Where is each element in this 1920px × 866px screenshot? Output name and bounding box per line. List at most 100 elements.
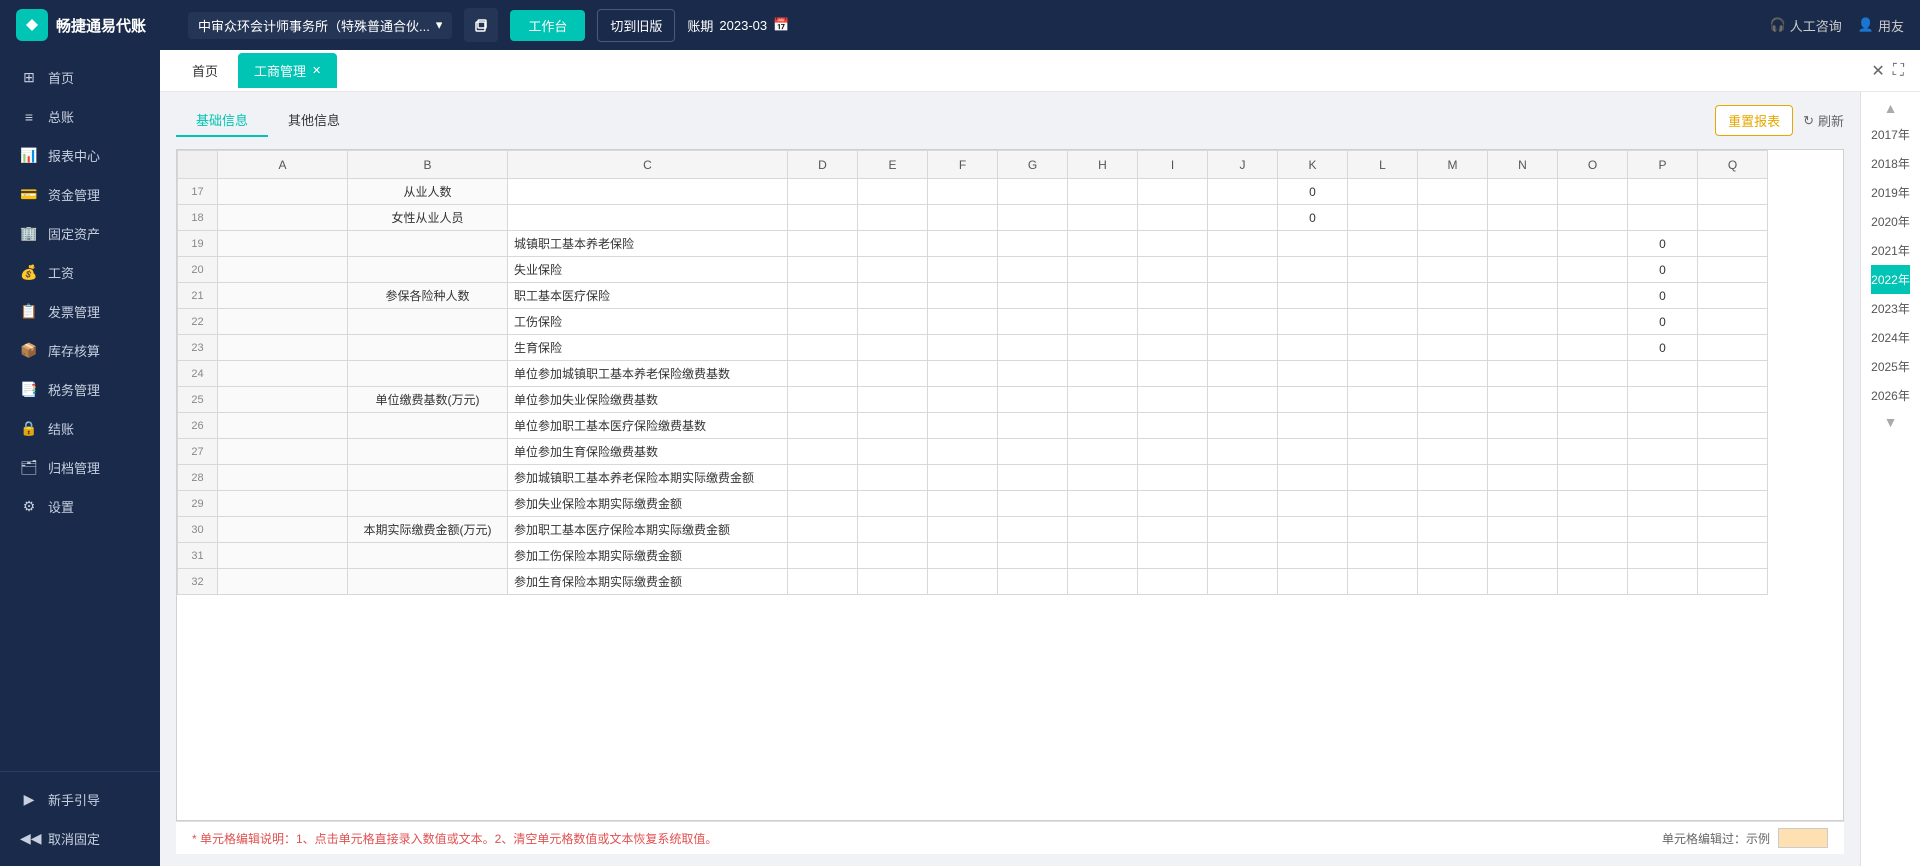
cell-i[interactable] bbox=[1138, 309, 1208, 335]
sidebar-item-tax[interactable]: 📑 税务管理 bbox=[0, 370, 160, 409]
sidebar-item-fund[interactable]: 💳 资金管理 bbox=[0, 175, 160, 214]
year-item-2017年[interactable]: 2017年 bbox=[1871, 120, 1910, 149]
cell-c[interactable]: 失业保险 bbox=[508, 257, 788, 283]
cell-m[interactable] bbox=[1418, 309, 1488, 335]
cell-q[interactable] bbox=[1698, 179, 1768, 205]
cell-k[interactable] bbox=[1278, 413, 1348, 439]
cell-c[interactable]: 单位参加生育保险缴费基数 bbox=[508, 439, 788, 465]
cell-l[interactable] bbox=[1348, 205, 1418, 231]
cell-b[interactable]: 本期实际缴费金额(万元) bbox=[348, 517, 508, 543]
cell-c[interactable] bbox=[508, 179, 788, 205]
cell-n[interactable] bbox=[1488, 179, 1558, 205]
cell-l[interactable] bbox=[1348, 439, 1418, 465]
cell-q[interactable] bbox=[1698, 309, 1768, 335]
cell-e[interactable] bbox=[858, 361, 928, 387]
cell-q[interactable] bbox=[1698, 257, 1768, 283]
cell-b[interactable] bbox=[348, 569, 508, 595]
cell-g[interactable] bbox=[998, 569, 1068, 595]
sidebar-item-ledger[interactable]: ≡ 总账 bbox=[0, 97, 160, 136]
cell-k[interactable] bbox=[1278, 517, 1348, 543]
horizontal-scrollbar[interactable]: ◂ ▸ bbox=[177, 820, 1843, 821]
col-header-g[interactable]: G bbox=[998, 151, 1068, 179]
cell-f[interactable] bbox=[928, 309, 998, 335]
refresh-button[interactable]: ↻ 刷新 bbox=[1803, 111, 1844, 130]
cell-b[interactable] bbox=[348, 309, 508, 335]
cell-e[interactable] bbox=[858, 231, 928, 257]
cell-p[interactable] bbox=[1628, 517, 1698, 543]
col-header-q[interactable]: Q bbox=[1698, 151, 1768, 179]
cell-f[interactable] bbox=[928, 465, 998, 491]
cell-m[interactable] bbox=[1418, 335, 1488, 361]
cell-k[interactable] bbox=[1278, 283, 1348, 309]
cell-d[interactable] bbox=[788, 309, 858, 335]
cell-h[interactable] bbox=[1068, 231, 1138, 257]
tab-close-icon[interactable]: ✕ bbox=[312, 64, 321, 77]
cell-m[interactable] bbox=[1418, 205, 1488, 231]
cell-f[interactable] bbox=[928, 517, 998, 543]
cell-k[interactable] bbox=[1278, 309, 1348, 335]
cell-g[interactable] bbox=[998, 439, 1068, 465]
cell-l[interactable] bbox=[1348, 283, 1418, 309]
cell-d[interactable] bbox=[788, 439, 858, 465]
cell-i[interactable] bbox=[1138, 387, 1208, 413]
cell-o[interactable] bbox=[1558, 569, 1628, 595]
cell-p[interactable] bbox=[1628, 569, 1698, 595]
year-item-2023年[interactable]: 2023年 bbox=[1871, 294, 1910, 323]
table-row[interactable]: 22工伤保险0 bbox=[178, 309, 1768, 335]
cell-m[interactable] bbox=[1418, 257, 1488, 283]
cell-m[interactable] bbox=[1418, 283, 1488, 309]
sidebar-item-cancelfix[interactable]: ◀◀ 取消固定 bbox=[0, 819, 160, 858]
col-header-b[interactable]: B bbox=[348, 151, 508, 179]
cell-j[interactable] bbox=[1208, 179, 1278, 205]
cell-g[interactable] bbox=[998, 491, 1068, 517]
cell-k[interactable] bbox=[1278, 465, 1348, 491]
cell-o[interactable] bbox=[1558, 231, 1628, 257]
cell-b[interactable]: 单位缴费基数(万元) bbox=[348, 387, 508, 413]
cell-e[interactable] bbox=[858, 283, 928, 309]
cell-q[interactable] bbox=[1698, 439, 1768, 465]
cell-n[interactable] bbox=[1488, 335, 1558, 361]
cell-a[interactable] bbox=[218, 439, 348, 465]
cell-c[interactable]: 生育保险 bbox=[508, 335, 788, 361]
cell-g[interactable] bbox=[998, 335, 1068, 361]
cell-e[interactable] bbox=[858, 387, 928, 413]
cell-a[interactable] bbox=[218, 413, 348, 439]
col-header-m[interactable]: M bbox=[1418, 151, 1488, 179]
company-selector[interactable]: 中审众环会计师事务所（特殊普通合伙... ▾ bbox=[188, 12, 452, 39]
cell-n[interactable] bbox=[1488, 543, 1558, 569]
col-header-k[interactable]: K bbox=[1278, 151, 1348, 179]
sidebar-item-asset[interactable]: 🏢 固定资产 bbox=[0, 214, 160, 253]
cell-l[interactable] bbox=[1348, 491, 1418, 517]
sidebar-item-report[interactable]: 📊 报表中心 bbox=[0, 136, 160, 175]
table-row[interactable]: 23生育保险0 bbox=[178, 335, 1768, 361]
cell-d[interactable] bbox=[788, 283, 858, 309]
cell-g[interactable] bbox=[998, 231, 1068, 257]
cell-d[interactable] bbox=[788, 335, 858, 361]
cell-q[interactable] bbox=[1698, 205, 1768, 231]
cell-a[interactable] bbox=[218, 569, 348, 595]
cell-p[interactable] bbox=[1628, 491, 1698, 517]
cell-q[interactable] bbox=[1698, 517, 1768, 543]
cell-h[interactable] bbox=[1068, 387, 1138, 413]
year-item-2019年[interactable]: 2019年 bbox=[1871, 178, 1910, 207]
cell-l[interactable] bbox=[1348, 257, 1418, 283]
cell-i[interactable] bbox=[1138, 179, 1208, 205]
cell-n[interactable] bbox=[1488, 413, 1558, 439]
cell-f[interactable] bbox=[928, 283, 998, 309]
cell-o[interactable] bbox=[1558, 491, 1628, 517]
cell-a[interactable] bbox=[218, 517, 348, 543]
cell-e[interactable] bbox=[858, 439, 928, 465]
cell-j[interactable] bbox=[1208, 309, 1278, 335]
cell-f[interactable] bbox=[928, 231, 998, 257]
cell-f[interactable] bbox=[928, 439, 998, 465]
cell-g[interactable] bbox=[998, 361, 1068, 387]
cell-o[interactable] bbox=[1558, 465, 1628, 491]
cell-i[interactable] bbox=[1138, 465, 1208, 491]
cell-j[interactable] bbox=[1208, 231, 1278, 257]
cell-q[interactable] bbox=[1698, 231, 1768, 257]
sidebar-item-home[interactable]: ⊞ 首页 bbox=[0, 58, 160, 97]
cell-j[interactable] bbox=[1208, 361, 1278, 387]
cell-b[interactable] bbox=[348, 491, 508, 517]
year-item-2026年[interactable]: 2026年 bbox=[1871, 381, 1910, 410]
cell-m[interactable] bbox=[1418, 491, 1488, 517]
